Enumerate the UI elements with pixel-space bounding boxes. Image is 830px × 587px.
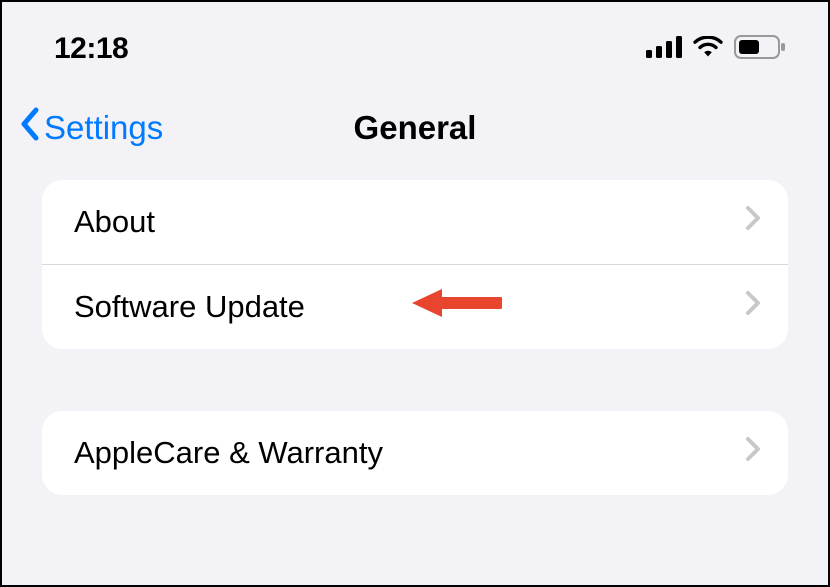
wifi-icon	[692, 36, 724, 63]
chevron-right-icon	[744, 435, 762, 471]
back-label: Settings	[44, 109, 163, 147]
settings-group-1: About Software Update	[42, 180, 788, 349]
status-bar: 12:18	[2, 2, 828, 84]
settings-row-software-update[interactable]: Software Update	[42, 264, 788, 349]
annotation-arrow-icon	[412, 283, 502, 331]
cellular-signal-icon	[646, 36, 682, 63]
settings-content: About Software Update	[2, 180, 828, 495]
battery-icon	[734, 35, 786, 64]
settings-row-about[interactable]: About	[42, 180, 788, 264]
status-time: 12:18	[54, 32, 128, 66]
row-label: About	[74, 204, 155, 240]
status-icons	[646, 35, 786, 64]
chevron-right-icon	[744, 289, 762, 325]
row-label: AppleCare & Warranty	[74, 435, 383, 471]
settings-row-applecare-warranty[interactable]: AppleCare & Warranty	[42, 411, 788, 495]
chevron-left-icon	[18, 106, 42, 150]
row-label: Software Update	[74, 289, 305, 325]
navigation-bar: Settings General	[2, 84, 828, 180]
back-button[interactable]: Settings	[18, 106, 163, 150]
settings-group-2: AppleCare & Warranty	[42, 411, 788, 495]
chevron-right-icon	[744, 204, 762, 240]
